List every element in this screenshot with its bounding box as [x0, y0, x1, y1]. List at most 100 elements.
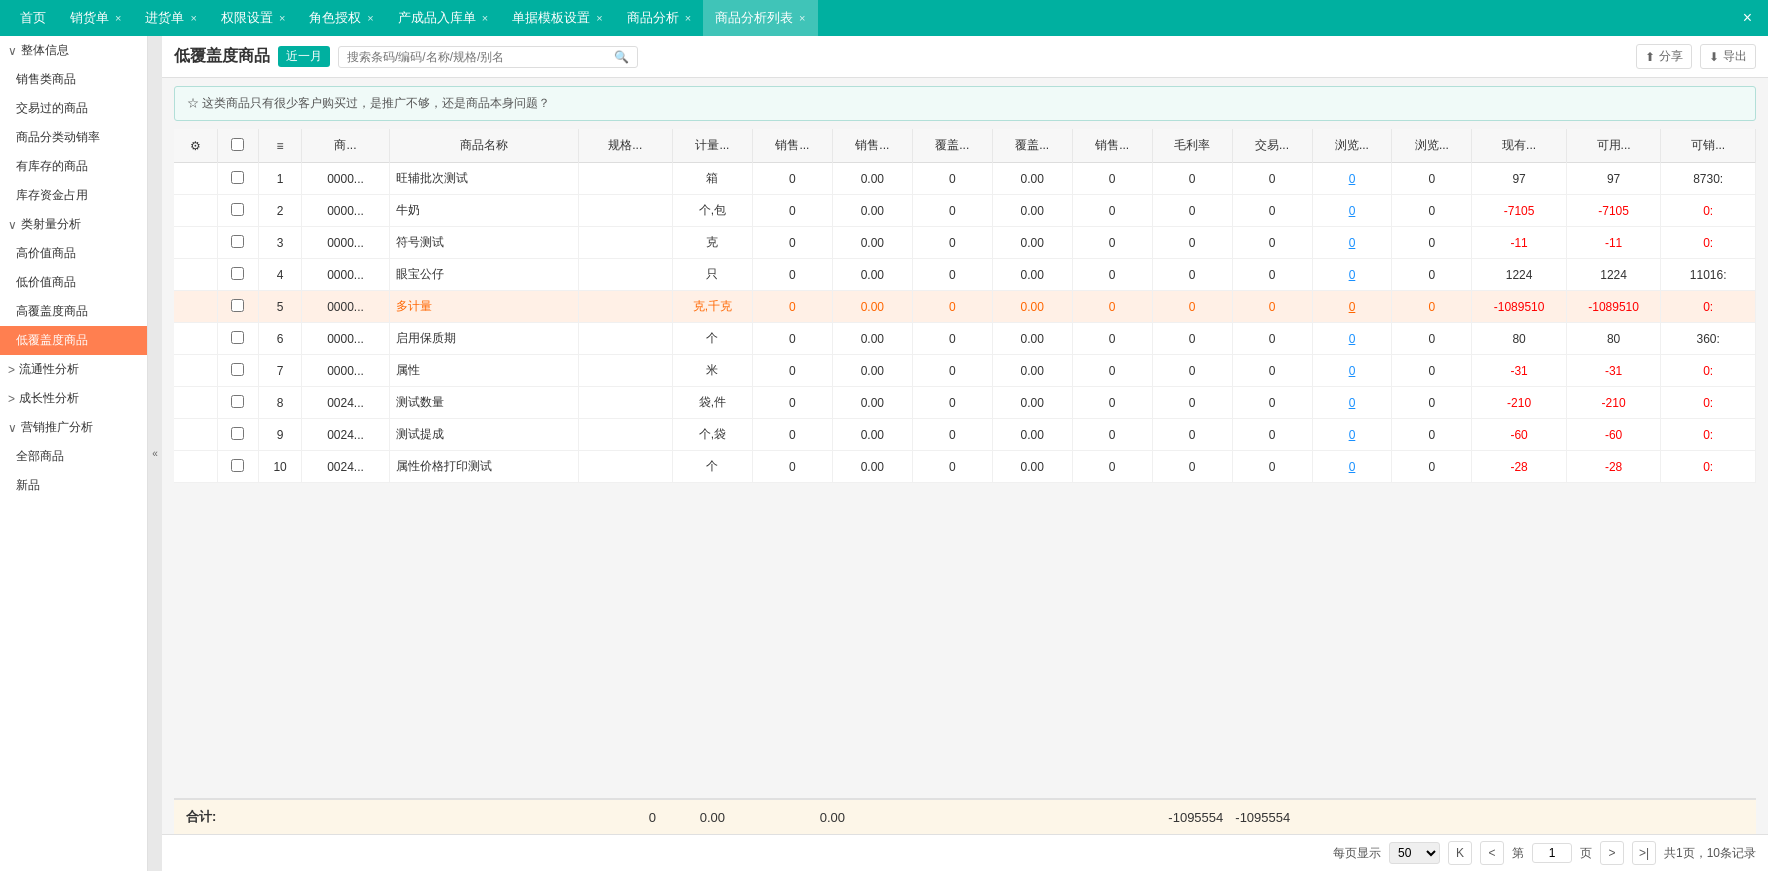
sidebar-section-flow[interactable]: > 流通性分析	[0, 355, 147, 384]
nav-goods-analysis[interactable]: 商品分析 ×	[615, 0, 703, 36]
row-browse1[interactable]: 0	[1312, 451, 1392, 483]
nav-role-auth[interactable]: 角色授权 ×	[297, 0, 385, 36]
row-checkbox[interactable]	[218, 323, 259, 355]
row-browse1[interactable]: 0	[1312, 195, 1392, 227]
col-spec[interactable]: 规格...	[578, 129, 672, 163]
nav-product-entry[interactable]: 产成品入库单 ×	[386, 0, 500, 36]
nav-close-role[interactable]: ×	[367, 12, 373, 24]
nav-close-product[interactable]: ×	[482, 12, 488, 24]
nav-close-purchase[interactable]: ×	[190, 12, 196, 24]
export-button[interactable]: ⬇ 导出	[1700, 44, 1756, 69]
col-cov2[interactable]: 覆盖...	[992, 129, 1072, 163]
sidebar-item-traded-goods[interactable]: 交易过的商品	[0, 94, 147, 123]
col-settings[interactable]: ⚙	[174, 129, 218, 163]
col-trade[interactable]: 交易...	[1232, 129, 1312, 163]
page-size-select[interactable]: 50 100 200	[1389, 842, 1440, 864]
col-code[interactable]: 商...	[302, 129, 389, 163]
row-browse1[interactable]: 0	[1312, 227, 1392, 259]
next-page-button[interactable]: >	[1600, 841, 1624, 865]
row-select-checkbox[interactable]	[231, 299, 244, 312]
col-available[interactable]: 可用...	[1566, 129, 1660, 163]
nav-home[interactable]: 首页	[8, 0, 58, 36]
sidebar-section-quality[interactable]: ∨ 类射量分析	[0, 210, 147, 239]
row-sellable: 0:	[1661, 227, 1756, 259]
sidebar-item-high-value[interactable]: 高价值商品	[0, 239, 147, 268]
row-browse1[interactable]: 0	[1312, 355, 1392, 387]
sidebar-collapse-button[interactable]: «	[148, 36, 162, 871]
row-checkbox[interactable]	[218, 355, 259, 387]
row-browse1[interactable]: 0	[1312, 419, 1392, 451]
sidebar-item-new-goods[interactable]: 新品	[0, 471, 147, 500]
row-select-checkbox[interactable]	[231, 363, 244, 376]
row-browse1[interactable]: 0	[1312, 259, 1392, 291]
col-sales1[interactable]: 销售...	[752, 129, 832, 163]
share-button[interactable]: ⬆ 分享	[1636, 44, 1692, 69]
table-row: 9 0024... 测试提成 个,袋 0 0.00 0 0.00 0 0 0 0…	[174, 419, 1756, 451]
row-sales1: 0	[752, 451, 832, 483]
col-current[interactable]: 现有...	[1472, 129, 1566, 163]
row-checkbox[interactable]	[218, 291, 259, 323]
col-unit[interactable]: 计量...	[673, 129, 753, 163]
prev-page-button[interactable]: <	[1480, 841, 1504, 865]
col-sales2[interactable]: 销售...	[832, 129, 912, 163]
search-input[interactable]	[347, 50, 610, 64]
row-select-checkbox[interactable]	[231, 171, 244, 184]
sidebar-item-inventory-capital[interactable]: 库存资金占用	[0, 181, 147, 210]
sidebar-section-marketing[interactable]: ∨ 营销推广分析	[0, 413, 147, 442]
row-browse1[interactable]: 0	[1312, 323, 1392, 355]
row-browse1[interactable]: 0	[1312, 291, 1392, 323]
nav-goods-analysis-list[interactable]: 商品分析列表 ×	[703, 0, 817, 36]
col-browse1[interactable]: 浏览...	[1312, 129, 1392, 163]
nav-purchase-order[interactable]: 进货单 ×	[133, 0, 208, 36]
col-checkbox[interactable]	[218, 129, 259, 163]
row-browse1[interactable]: 0	[1312, 387, 1392, 419]
nav-sales-order[interactable]: 销货单 ×	[58, 0, 133, 36]
col-sales3[interactable]: 销售...	[1072, 129, 1152, 163]
row-browse1[interactable]: 0	[1312, 163, 1392, 195]
sidebar-section-overall[interactable]: ∨ 整体信息	[0, 36, 147, 65]
select-all-checkbox[interactable]	[231, 138, 244, 151]
nav-close-sales[interactable]: ×	[115, 12, 121, 24]
nav-close-goods-analysis-list[interactable]: ×	[799, 12, 805, 24]
row-num: 1	[258, 163, 302, 195]
nav-close-permission[interactable]: ×	[279, 12, 285, 24]
row-checkbox[interactable]	[218, 451, 259, 483]
row-select-checkbox[interactable]	[231, 331, 244, 344]
row-checkbox[interactable]	[218, 259, 259, 291]
sidebar-item-high-coverage[interactable]: 高覆盖度商品	[0, 297, 147, 326]
sidebar-item-category-rate[interactable]: 商品分类动销率	[0, 123, 147, 152]
sidebar-item-all-goods[interactable]: 全部商品	[0, 442, 147, 471]
page-number-input[interactable]	[1532, 843, 1572, 863]
first-page-button[interactable]: K	[1448, 841, 1472, 865]
row-checkbox[interactable]	[218, 163, 259, 195]
col-name[interactable]: 商品名称	[389, 129, 578, 163]
nav-permission-settings[interactable]: 权限设置 ×	[209, 0, 297, 36]
row-select-checkbox[interactable]	[231, 459, 244, 472]
col-browse2[interactable]: 浏览...	[1392, 129, 1472, 163]
col-sellable[interactable]: 可销...	[1661, 129, 1756, 163]
row-checkbox[interactable]	[218, 387, 259, 419]
table-row: 5 0000... 多计量 克,千克 0 0.00 0 0.00 0 0 0 0…	[174, 291, 1756, 323]
row-select-checkbox[interactable]	[231, 395, 244, 408]
sidebar-item-stocked-goods[interactable]: 有库存的商品	[0, 152, 147, 181]
row-select-checkbox[interactable]	[231, 267, 244, 280]
nav-close-template[interactable]: ×	[596, 12, 602, 24]
nav-close-goods-analysis[interactable]: ×	[685, 12, 691, 24]
nav-template-settings[interactable]: 单据模板设置 ×	[500, 0, 614, 36]
row-select-checkbox[interactable]	[231, 427, 244, 440]
window-close-button[interactable]: ×	[1735, 9, 1760, 27]
row-checkbox[interactable]	[218, 195, 259, 227]
sidebar-item-sales-goods[interactable]: 销售类商品	[0, 65, 147, 94]
last-page-button[interactable]: >|	[1632, 841, 1656, 865]
sidebar-item-low-value[interactable]: 低价值商品	[0, 268, 147, 297]
sidebar-section-growth[interactable]: > 成长性分析	[0, 384, 147, 413]
col-gross[interactable]: 毛利率	[1152, 129, 1232, 163]
row-checkbox[interactable]	[218, 419, 259, 451]
row-checkbox[interactable]	[218, 227, 259, 259]
row-select-checkbox[interactable]	[231, 203, 244, 216]
col-cov1[interactable]: 覆盖...	[912, 129, 992, 163]
row-spec	[578, 195, 672, 227]
row-select-checkbox[interactable]	[231, 235, 244, 248]
sidebar-item-low-coverage[interactable]: 低覆盖度商品	[0, 326, 147, 355]
time-filter-badge[interactable]: 近一月	[278, 46, 330, 67]
